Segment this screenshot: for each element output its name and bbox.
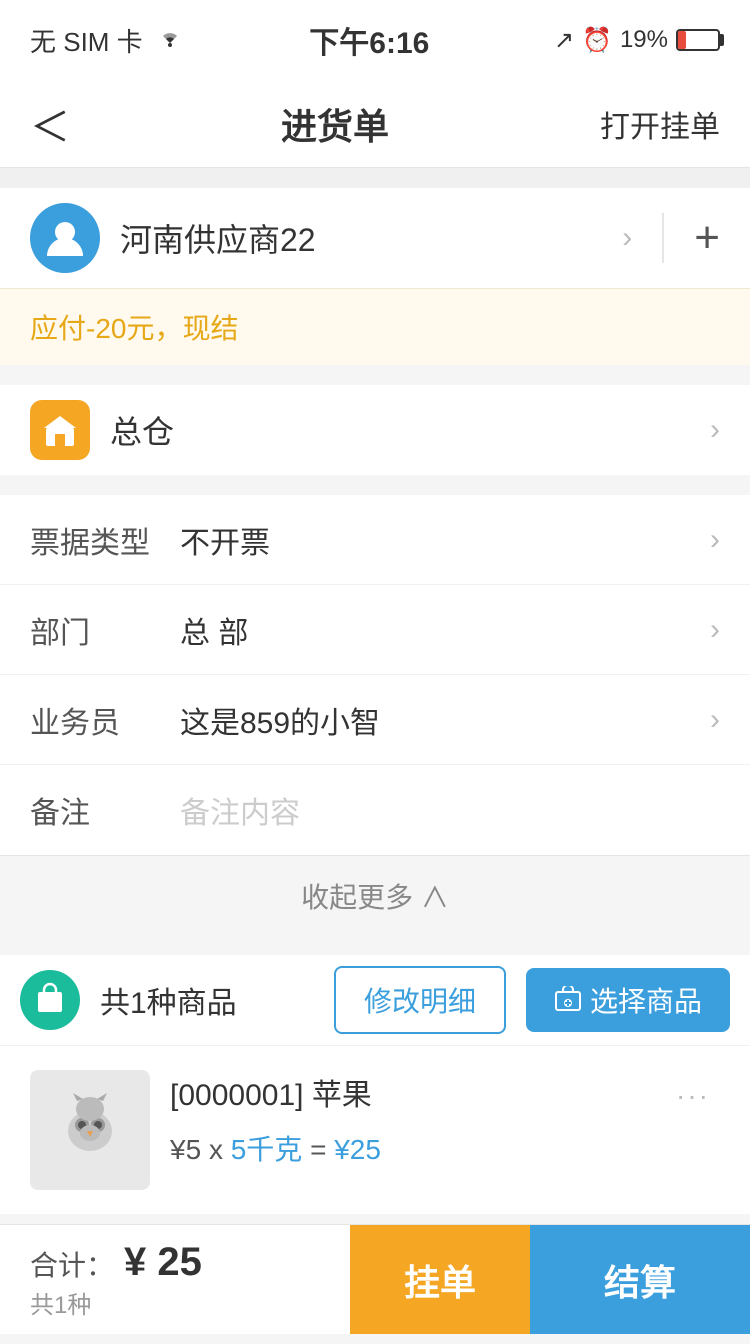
- invoice-type-value: 不开票: [170, 518, 710, 562]
- multiply-sign: x: [209, 1134, 223, 1165]
- select-product-button[interactable]: 选择商品: [526, 968, 730, 1032]
- status-right: ↗ ⏰ 19%: [554, 26, 720, 55]
- page-title: 进货单: [281, 98, 389, 150]
- notice-bar: 应付-20元，现结: [0, 288, 750, 365]
- status-bar: 无 SIM 卡 下午6:16 ↗ ⏰ 19%: [0, 0, 750, 80]
- invoice-arrow-icon: ›: [710, 523, 720, 557]
- checkout-button[interactable]: 结算: [530, 1225, 750, 1334]
- edit-detail-button[interactable]: 修改明细: [334, 966, 506, 1034]
- product-name: [0000001] 苹果: [170, 1070, 646, 1114]
- product-item: [0000001] 苹果 ¥5 x 5千克 = ¥25 ···: [0, 1045, 750, 1214]
- bottom-bar: 合计： ¥ 25 共1种 挂单 结算: [0, 1224, 750, 1334]
- product-header: 共1种商品 修改明细 选择商品: [0, 955, 750, 1045]
- supplier-row[interactable]: 河南供应商22 › +: [0, 188, 750, 288]
- back-button[interactable]: ＜: [30, 95, 70, 153]
- supplier-section: 河南供应商22 › + 应付-20元，现结: [0, 188, 750, 365]
- product-count-label: 共1种商品: [100, 978, 314, 1022]
- invoice-type-row[interactable]: 票据类型 不开票 ›: [0, 495, 750, 585]
- dept-label: 部门: [30, 608, 170, 652]
- total-label: 合计：: [30, 1244, 114, 1284]
- dept-arrow-icon: ›: [710, 613, 720, 647]
- open-pending-button[interactable]: 打开挂单: [600, 102, 720, 146]
- total-amount: ¥ 25: [124, 1240, 202, 1285]
- unit-price: ¥5: [170, 1134, 201, 1165]
- carrier-label: 无 SIM 卡: [30, 22, 143, 59]
- staff-value: 这是859的小智: [170, 698, 710, 742]
- staff-label: 业务员: [30, 698, 170, 742]
- battery-percent: 19%: [620, 26, 668, 54]
- nav-bar: ＜ 进货单 打开挂单: [0, 80, 750, 168]
- supplier-name: 河南供应商22: [120, 215, 622, 261]
- dept-value: 总 部: [170, 608, 710, 652]
- remark-input[interactable]: 备注内容: [170, 788, 720, 832]
- select-product-label: 选择商品: [590, 980, 702, 1020]
- wifi-icon: [155, 25, 185, 56]
- remark-label: 备注: [30, 788, 170, 832]
- battery-icon: [676, 29, 720, 51]
- location-icon: ↗: [554, 26, 574, 55]
- dept-row[interactable]: 部门 总 部 ›: [0, 585, 750, 675]
- warehouse-icon: [30, 400, 90, 460]
- status-time: 下午6:16: [309, 18, 429, 62]
- top-divider: [0, 168, 750, 188]
- total-section: 合计： ¥ 25 共1种: [0, 1225, 350, 1334]
- status-left: 无 SIM 卡: [30, 22, 185, 59]
- supplier-divider: [662, 213, 664, 263]
- product-price: ¥5 x 5千克 = ¥25: [170, 1128, 646, 1168]
- quantity: 5千克: [231, 1134, 303, 1165]
- collapse-button[interactable]: 收起更多 ∧: [0, 855, 750, 935]
- warehouse-row[interactable]: 总仓 ›: [0, 385, 750, 475]
- remark-row[interactable]: 备注 备注内容: [0, 765, 750, 855]
- warehouse-arrow-icon: ›: [710, 413, 720, 447]
- product-count-icon: [20, 970, 80, 1030]
- subtotal: ¥25: [334, 1134, 381, 1165]
- collapse-label: 收起更多 ∧: [301, 876, 449, 916]
- equals-sign: =: [310, 1134, 326, 1165]
- supplier-arrow-icon: ›: [622, 221, 632, 255]
- warehouse-name: 总仓: [110, 407, 710, 453]
- total-count: 共1种: [30, 1292, 91, 1319]
- product-more-button[interactable]: ···: [666, 1070, 720, 1122]
- alarm-icon: ⏰: [582, 26, 612, 55]
- product-title: 苹果: [312, 1079, 372, 1112]
- staff-row[interactable]: 业务员 这是859的小智 ›: [0, 675, 750, 765]
- invoice-type-label: 票据类型: [30, 518, 170, 562]
- form-section: 票据类型 不开票 › 部门 总 部 › 业务员 这是859的小智 › 备注 备注…: [0, 495, 750, 855]
- notice-text: 应付-20元，现结: [30, 313, 238, 344]
- product-code: [0000001]: [170, 1079, 303, 1112]
- staff-arrow-icon: ›: [710, 703, 720, 737]
- supplier-avatar: [30, 203, 100, 273]
- add-supplier-button[interactable]: +: [694, 213, 720, 263]
- product-info: [0000001] 苹果 ¥5 x 5千克 = ¥25: [170, 1070, 646, 1168]
- suspend-button[interactable]: 挂单: [350, 1225, 530, 1334]
- product-thumbnail: [30, 1070, 150, 1190]
- product-thumb-owl-icon: [55, 1089, 125, 1171]
